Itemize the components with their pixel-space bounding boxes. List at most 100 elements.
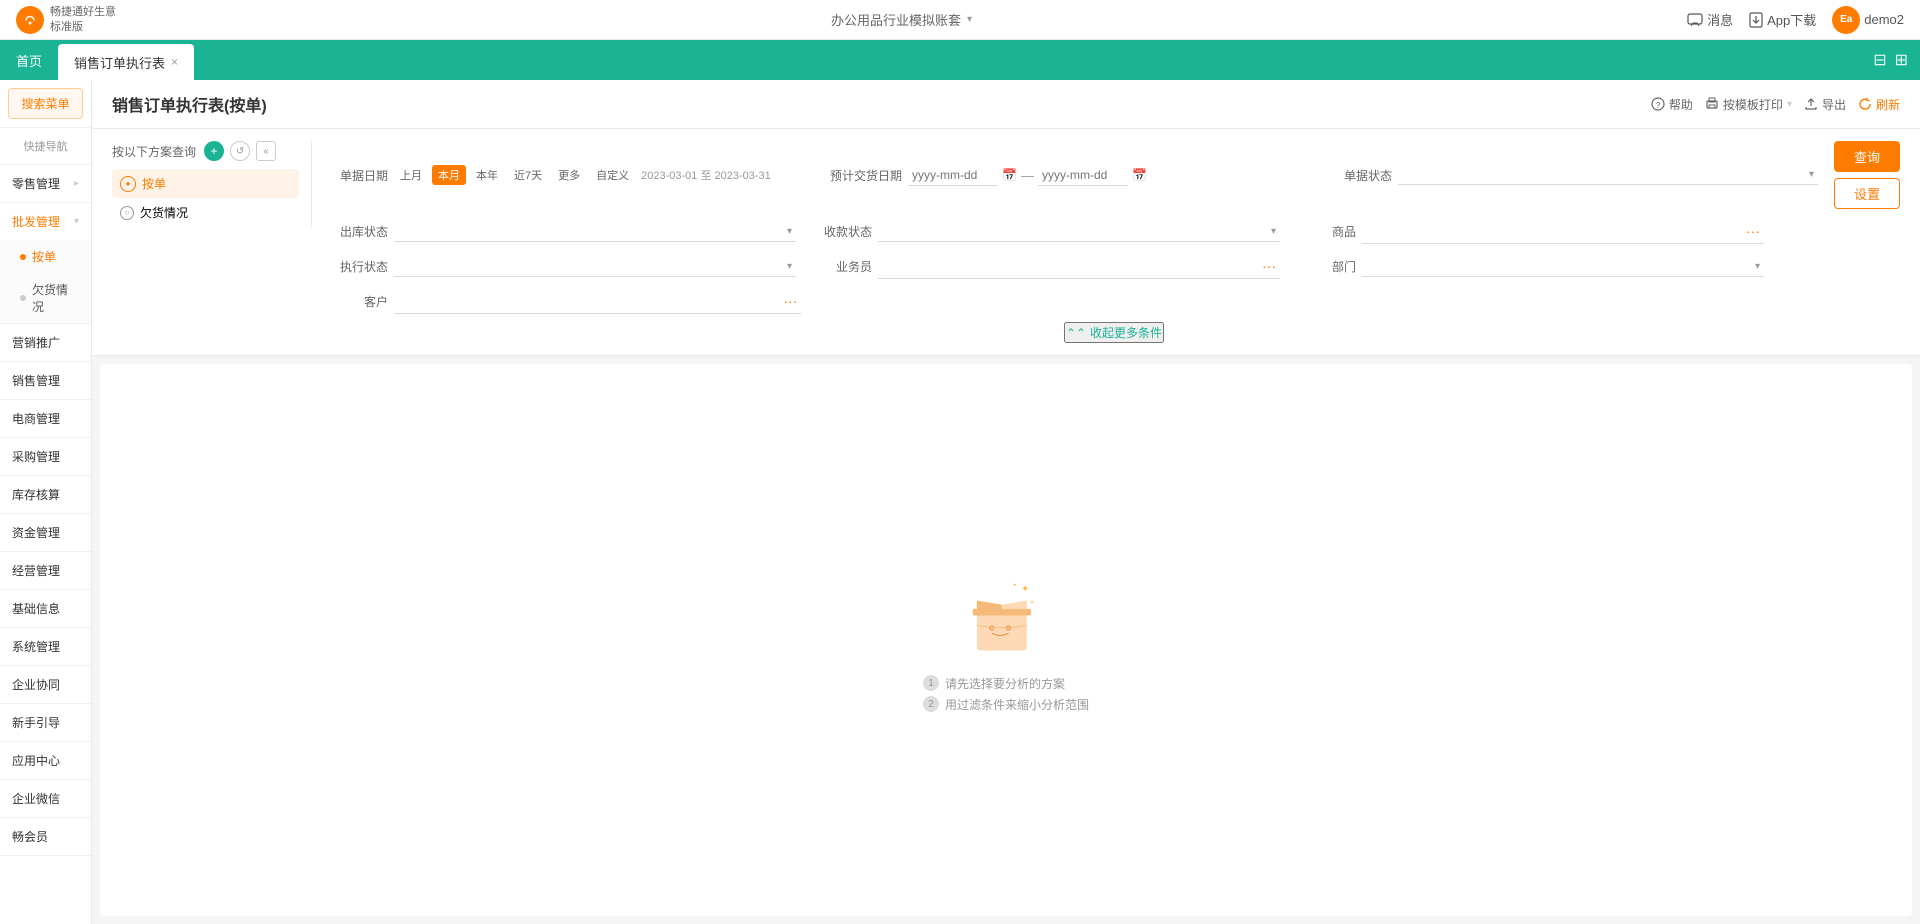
svg-text:✦: ✦: [1021, 584, 1029, 595]
salesperson-more-icon[interactable]: ···: [1258, 258, 1280, 274]
sidebar-item-basic[interactable]: 基础信息: [0, 590, 91, 627]
sidebar-item-finance[interactable]: 资金管理: [0, 514, 91, 551]
exec-dropdown-icon[interactable]: ▾: [783, 261, 796, 272]
tab-minimize-icon[interactable]: ⊟: [1873, 50, 1886, 70]
sidebar-section-sales: 销售管理: [0, 362, 91, 400]
date-tab-curr-year[interactable]: 本年: [470, 165, 504, 185]
tab-close-icon[interactable]: ×: [171, 55, 178, 69]
search-menu-button[interactable]: 搜索菜单: [8, 88, 83, 119]
workspace-dropdown-icon[interactable]: ▾: [967, 14, 972, 25]
expected-date-from-input[interactable]: [908, 165, 998, 186]
tab-home[interactable]: 首页: [0, 40, 58, 80]
page-header-actions: ? 帮助 按模板打印 ▾: [1651, 96, 1900, 125]
content-area: 销售订单执行表(按单) ? 帮助 按模板打印 ▾: [92, 80, 1920, 924]
department-select[interactable]: ▾: [1362, 257, 1764, 277]
sidebar-item-inventory[interactable]: 库存核算: [0, 476, 91, 513]
export-button[interactable]: 导出: [1804, 96, 1846, 113]
department-dropdown-icon[interactable]: ▾: [1751, 261, 1764, 272]
date-tab-prev-month[interactable]: 上月: [394, 165, 428, 185]
sidebar-sub-item-andan[interactable]: 按单: [0, 240, 91, 273]
filter-field-delivery-status: 出库状态 ▾: [328, 222, 796, 242]
sidebar-item-apps[interactable]: 应用中心: [0, 742, 91, 779]
filter-row-4: 客户 ···: [328, 289, 1900, 314]
exec-status-label: 执行状态: [328, 258, 388, 275]
sidebar-item-marketing[interactable]: 营销推广: [0, 324, 91, 361]
delivery-dropdown-icon[interactable]: ▾: [783, 226, 796, 237]
page-header: 销售订单执行表(按单) ? 帮助 按模板打印 ▾: [92, 80, 1920, 129]
date-tab-last7[interactable]: 近7天: [508, 165, 548, 185]
sidebar-item-wechat[interactable]: 企业微信: [0, 780, 91, 817]
hint-num-1: 1: [923, 675, 939, 691]
logo-text: 畅捷通好生意 标准版: [50, 5, 116, 34]
filter-field-goods: 商品 ···: [1296, 219, 1764, 244]
filter-scheme-actions: + ↺ «: [204, 141, 276, 161]
refresh-button[interactable]: 刷新: [1858, 96, 1900, 113]
message-button[interactable]: 消息: [1687, 10, 1733, 29]
sidebar-item-wholesale[interactable]: 批发管理 ▾: [0, 203, 91, 240]
app-download-button[interactable]: App下载: [1749, 10, 1816, 29]
customer-input[interactable]: ···: [394, 289, 801, 314]
status-dropdown-icon[interactable]: ▾: [1805, 169, 1818, 180]
top-bar-right: 消息 App下载 Ea demo2: [1687, 6, 1904, 34]
status-select[interactable]: ▾: [1398, 165, 1818, 185]
date-separator: —: [1021, 168, 1034, 183]
settings-button[interactable]: 设置: [1834, 178, 1900, 209]
sidebar-item-sales[interactable]: 销售管理: [0, 362, 91, 399]
date-tab-curr-month[interactable]: 本月: [432, 165, 466, 185]
user-profile[interactable]: Ea demo2: [1832, 6, 1904, 34]
sidebar-section-system: 系统管理: [0, 628, 91, 666]
collapse-more-button[interactable]: ⌃⌃ 收起更多条件: [1064, 322, 1164, 343]
sidebar-item-retail[interactable]: 零售管理 ▸: [0, 165, 91, 202]
print-dropdown-icon[interactable]: ▾: [1787, 99, 1792, 110]
sidebar-section-enterprise: 企业协同: [0, 666, 91, 704]
top-bar-left: 畅捷通好生意 标准版: [16, 5, 116, 34]
filter-section: 按以下方案查询 + ↺ « ● 按单 ○ 欠货情况: [112, 141, 1900, 343]
date-tabs: 上月 本月 本年 近7天 更多 自定义: [394, 165, 635, 185]
payment-dropdown-icon[interactable]: ▾: [1267, 226, 1280, 237]
goods-input[interactable]: ···: [1362, 219, 1764, 244]
customer-more-icon[interactable]: ···: [779, 293, 801, 309]
salesperson-input[interactable]: ···: [878, 254, 1280, 279]
print-button[interactable]: 按模板打印 ▾: [1705, 96, 1792, 113]
expected-date-to-input[interactable]: [1038, 165, 1128, 186]
workspace-selector[interactable]: 办公用品行业模拟账套 ▾: [831, 10, 972, 29]
collapse-scheme-button[interactable]: «: [256, 141, 276, 161]
filter-field-department: 部门 ▾: [1296, 257, 1764, 277]
sidebar-sub-item-qianhuo[interactable]: 欠货情况: [0, 273, 91, 323]
sidebar-item-newbie[interactable]: 新手引导: [0, 704, 91, 741]
reset-scheme-button[interactable]: ↺: [230, 141, 250, 161]
tab-active[interactable]: 销售订单执行表 ×: [58, 44, 194, 80]
calendar-to-icon[interactable]: 📅: [1132, 168, 1147, 182]
payment-status-select[interactable]: ▾: [878, 222, 1280, 242]
tab-bar-actions: ⊟ ⊞: [1873, 50, 1920, 70]
payment-status-label: 收款状态: [812, 223, 872, 240]
department-label: 部门: [1296, 258, 1356, 275]
filter-scheme-selector: 按以下方案查询 + ↺ « ● 按单 ○ 欠货情况: [112, 141, 312, 227]
add-scheme-button[interactable]: +: [204, 141, 224, 161]
help-button[interactable]: ? 帮助: [1651, 96, 1693, 113]
page-title: 销售订单执行表(按单): [112, 92, 267, 128]
main-layout: 搜索菜单 快捷导航 零售管理 ▸ 批发管理 ▾ 按单: [0, 80, 1920, 924]
sidebar-item-member[interactable]: 畅会员: [0, 818, 91, 855]
sidebar-section-member: 畅会员: [0, 818, 91, 856]
sidebar-section-inventory: 库存核算: [0, 476, 91, 514]
delivery-status-select[interactable]: ▾: [394, 222, 796, 242]
calendar-from-icon[interactable]: 📅: [1002, 168, 1017, 182]
tab-expand-icon[interactable]: ⊞: [1895, 50, 1908, 70]
date-tab-custom[interactable]: 自定义: [590, 165, 635, 185]
scheme-item-andan[interactable]: ● 按单: [112, 169, 299, 198]
sidebar-section-wechat: 企业微信: [0, 780, 91, 818]
sidebar-item-enterprise[interactable]: 企业协同: [0, 666, 91, 703]
goods-more-icon[interactable]: ···: [1742, 223, 1764, 239]
scheme-item-qianhuo[interactable]: ○ 欠货情况: [112, 198, 299, 227]
filter-field-customer: 客户 ···: [328, 289, 801, 314]
date-tab-more[interactable]: 更多: [552, 165, 586, 185]
sidebar-item-operations[interactable]: 经营管理: [0, 552, 91, 589]
filter-scheme-title: 按以下方案查询 + ↺ «: [112, 141, 299, 161]
query-button[interactable]: 查询: [1834, 141, 1900, 172]
sidebar-item-purchase[interactable]: 采购管理: [0, 438, 91, 475]
sidebar-item-system[interactable]: 系统管理: [0, 628, 91, 665]
sidebar-item-ecommerce[interactable]: 电商管理: [0, 400, 91, 437]
expected-date-label: 预计交货日期: [830, 167, 902, 184]
exec-status-select[interactable]: ▾: [394, 257, 796, 277]
